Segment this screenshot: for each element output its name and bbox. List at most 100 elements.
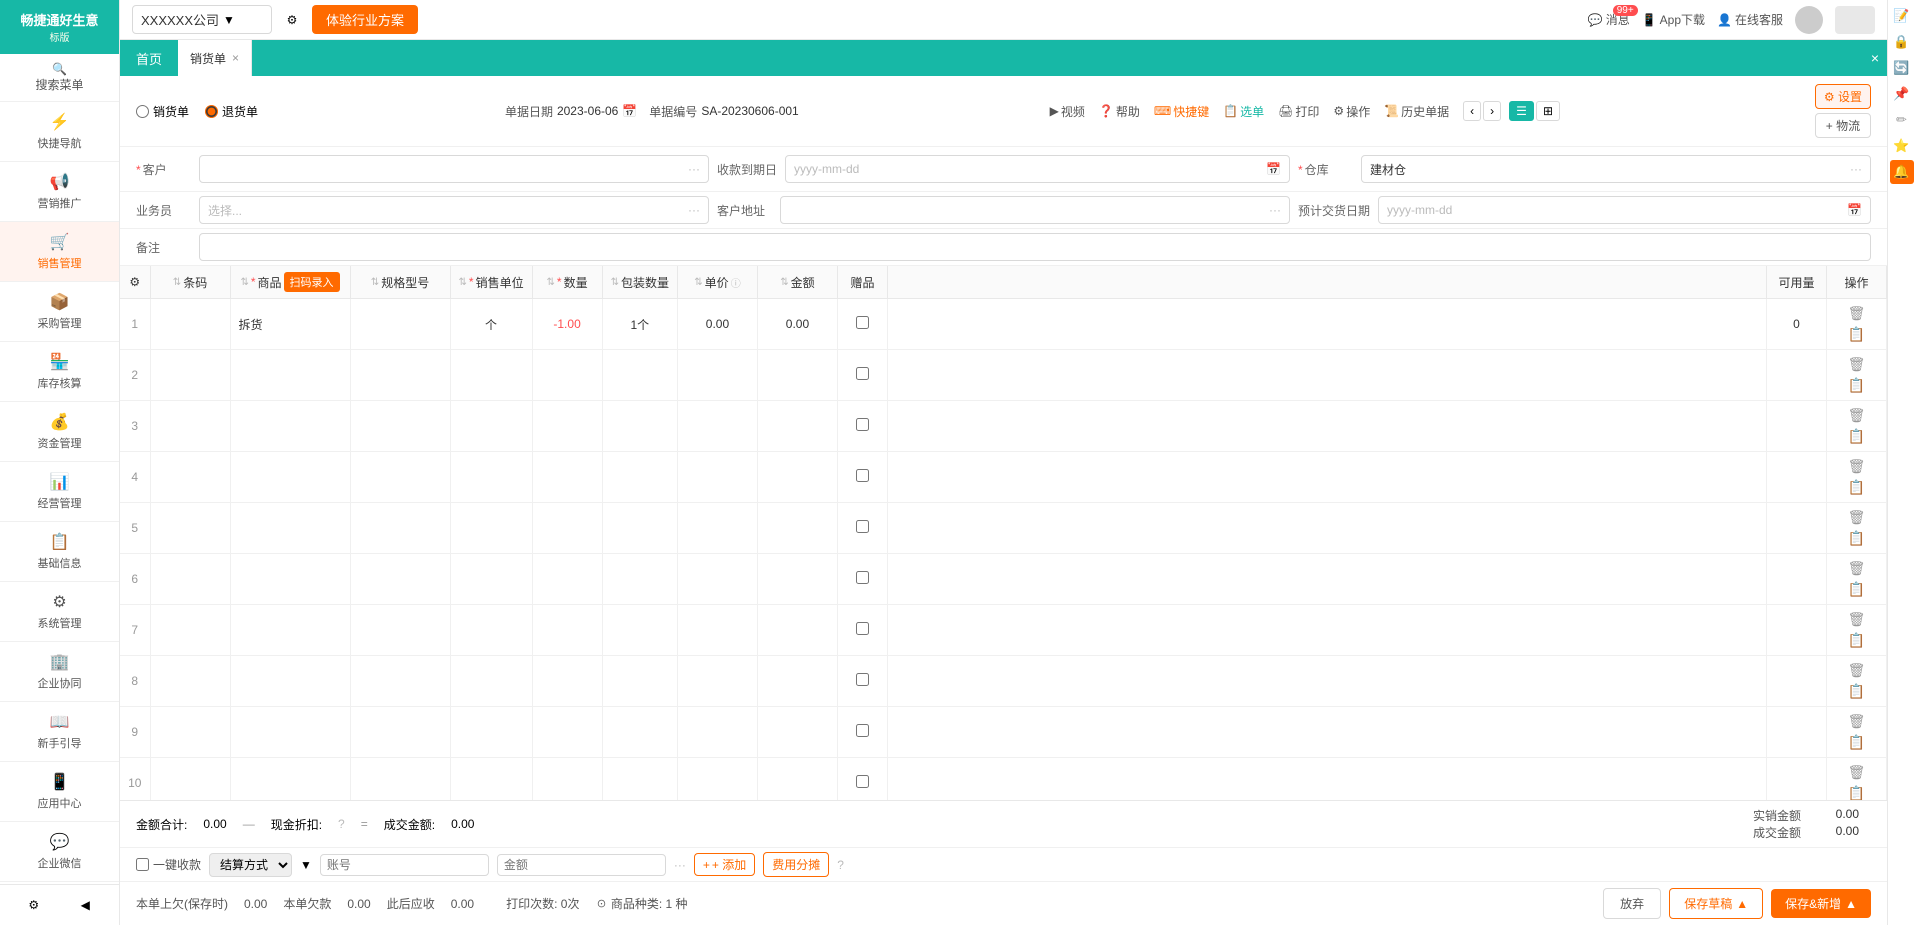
- quick-pay-checkbox[interactable]: [136, 858, 149, 871]
- cell-spec[interactable]: [350, 503, 450, 554]
- app-download-btn[interactable]: 📱 App下载: [1642, 11, 1705, 28]
- cell-qty[interactable]: [532, 554, 602, 605]
- sidebar-collapse-btn[interactable]: ◀: [73, 893, 97, 917]
- delete-btn[interactable]: 🗑: [1846, 711, 1868, 732]
- payment-help[interactable]: ?: [837, 858, 844, 872]
- cell-unit[interactable]: [450, 503, 532, 554]
- cell-spec[interactable]: [350, 350, 450, 401]
- cell-qty[interactable]: [532, 350, 602, 401]
- cell-amount[interactable]: [757, 503, 837, 554]
- cell-pkg[interactable]: [602, 401, 677, 452]
- save-new-chevron[interactable]: ▲: [1845, 897, 1857, 911]
- sidebar-item-sales[interactable]: 🛒 销售管理: [0, 222, 119, 282]
- message-btn[interactable]: 💬 消息 99+: [1588, 11, 1630, 28]
- history-btn[interactable]: 📜 历史单据: [1380, 101, 1453, 122]
- cell-spec[interactable]: [350, 656, 450, 707]
- cell-unit[interactable]: [450, 758, 532, 801]
- cell-spec[interactable]: [350, 452, 450, 503]
- cell-barcode[interactable]: [150, 299, 230, 350]
- video-btn[interactable]: ▶ 视频: [1046, 101, 1089, 122]
- warehouse-input[interactable]: 建材仓 ···: [1361, 155, 1871, 183]
- cell-unit[interactable]: [450, 350, 532, 401]
- calendar-icon[interactable]: 📅: [622, 104, 637, 118]
- company-selector[interactable]: XXXXXX公司 ▼: [132, 5, 272, 34]
- cell-qty[interactable]: [532, 707, 602, 758]
- delete-btn[interactable]: 🗑: [1846, 660, 1868, 681]
- copy-btn[interactable]: 📋: [1846, 528, 1867, 549]
- cell-barcode[interactable]: [150, 350, 230, 401]
- cell-gift[interactable]: [837, 758, 887, 801]
- view-list-btn[interactable]: ☰: [1509, 101, 1534, 121]
- logistics-btn[interactable]: + 物流: [1815, 113, 1871, 138]
- cell-pkg[interactable]: 1个: [602, 299, 677, 350]
- settings-btn[interactable]: ⚙ 设置: [1815, 84, 1871, 109]
- remark-input[interactable]: [199, 233, 1871, 261]
- cell-price[interactable]: [677, 707, 757, 758]
- tab-sale-order[interactable]: 销货单 ×: [178, 40, 252, 76]
- cell-spec[interactable]: [350, 758, 450, 801]
- radio-return[interactable]: 退货单: [205, 103, 258, 120]
- cell-price[interactable]: [677, 605, 757, 656]
- salesperson-dots[interactable]: ···: [688, 203, 700, 217]
- cell-unit[interactable]: [450, 605, 532, 656]
- table-container[interactable]: ⚙ ⇅条码 ⇅ * 商品 扫码: [120, 266, 1887, 800]
- sidebar-item-inventory[interactable]: 🏪 库存核算: [0, 342, 119, 402]
- save-new-btn[interactable]: 保存&新增 ▲: [1771, 889, 1871, 918]
- right-tool-7[interactable]: 🔔: [1890, 160, 1914, 184]
- cell-barcode[interactable]: [150, 758, 230, 801]
- cell-product[interactable]: [230, 401, 350, 452]
- cell-gift[interactable]: [837, 503, 887, 554]
- cell-qty[interactable]: [532, 656, 602, 707]
- cell-barcode[interactable]: [150, 707, 230, 758]
- select-btn[interactable]: 📋 选单: [1219, 101, 1268, 122]
- cell-price[interactable]: [677, 554, 757, 605]
- sidebar-item-operations[interactable]: 📊 经营管理: [0, 462, 119, 522]
- cell-gift[interactable]: [837, 707, 887, 758]
- delete-btn[interactable]: 🗑: [1846, 762, 1868, 783]
- cell-product[interactable]: [230, 503, 350, 554]
- calendar-icon2[interactable]: 📅: [1266, 162, 1281, 176]
- tab-home[interactable]: 首页: [120, 40, 178, 76]
- sidebar-item-purchase[interactable]: 📦 采购管理: [0, 282, 119, 342]
- cell-qty[interactable]: [532, 401, 602, 452]
- cell-pkg[interactable]: [602, 350, 677, 401]
- expected-date-input[interactable]: yyyy-mm-dd 📅: [1378, 196, 1871, 224]
- cell-product[interactable]: [230, 758, 350, 801]
- addr-dots[interactable]: ···: [1269, 203, 1281, 217]
- delete-btn[interactable]: 🗑: [1846, 354, 1868, 375]
- cell-product[interactable]: [230, 605, 350, 656]
- sidebar-item-collab[interactable]: 🏢 企业协同: [0, 642, 119, 702]
- sidebar-item-quicknav[interactable]: ⚡ 快捷导航: [0, 102, 119, 162]
- price-info-icon[interactable]: ⓘ: [731, 275, 741, 290]
- right-tool-4[interactable]: 📌: [1890, 82, 1914, 106]
- cell-barcode[interactable]: [150, 656, 230, 707]
- cell-amount[interactable]: [757, 758, 837, 801]
- cell-product[interactable]: [230, 452, 350, 503]
- copy-btn[interactable]: 📋: [1846, 732, 1867, 753]
- account-input[interactable]: [320, 854, 489, 876]
- cell-barcode[interactable]: [150, 503, 230, 554]
- save-draft-chevron[interactable]: ▲: [1736, 897, 1748, 911]
- delete-btn[interactable]: 🗑: [1846, 456, 1868, 477]
- user-info[interactable]: [1835, 6, 1875, 34]
- customer-input[interactable]: ···: [199, 155, 709, 183]
- cell-product[interactable]: [230, 350, 350, 401]
- right-tool-3[interactable]: 🔄: [1890, 56, 1914, 80]
- delete-btn[interactable]: 🗑: [1846, 558, 1868, 579]
- sidebar-item-base[interactable]: 📋 基础信息: [0, 522, 119, 582]
- cell-amount[interactable]: [757, 350, 837, 401]
- th-setting[interactable]: ⚙: [120, 266, 150, 299]
- cell-price[interactable]: [677, 452, 757, 503]
- radio-sale[interactable]: 销货单: [136, 103, 189, 120]
- tab-close-all-btn[interactable]: ×: [1871, 50, 1879, 66]
- tab-close-btn[interactable]: ×: [232, 51, 239, 65]
- delete-btn[interactable]: 🗑: [1846, 405, 1868, 426]
- prev-btn[interactable]: ‹: [1463, 101, 1481, 121]
- shortcut-btn[interactable]: ⌨ 快捷键: [1150, 101, 1213, 122]
- cell-unit[interactable]: [450, 707, 532, 758]
- cell-gift[interactable]: [837, 299, 887, 350]
- salesperson-input[interactable]: 选择... ···: [199, 196, 709, 224]
- cell-gift[interactable]: [837, 554, 887, 605]
- cell-barcode[interactable]: [150, 401, 230, 452]
- next-btn[interactable]: ›: [1483, 101, 1501, 121]
